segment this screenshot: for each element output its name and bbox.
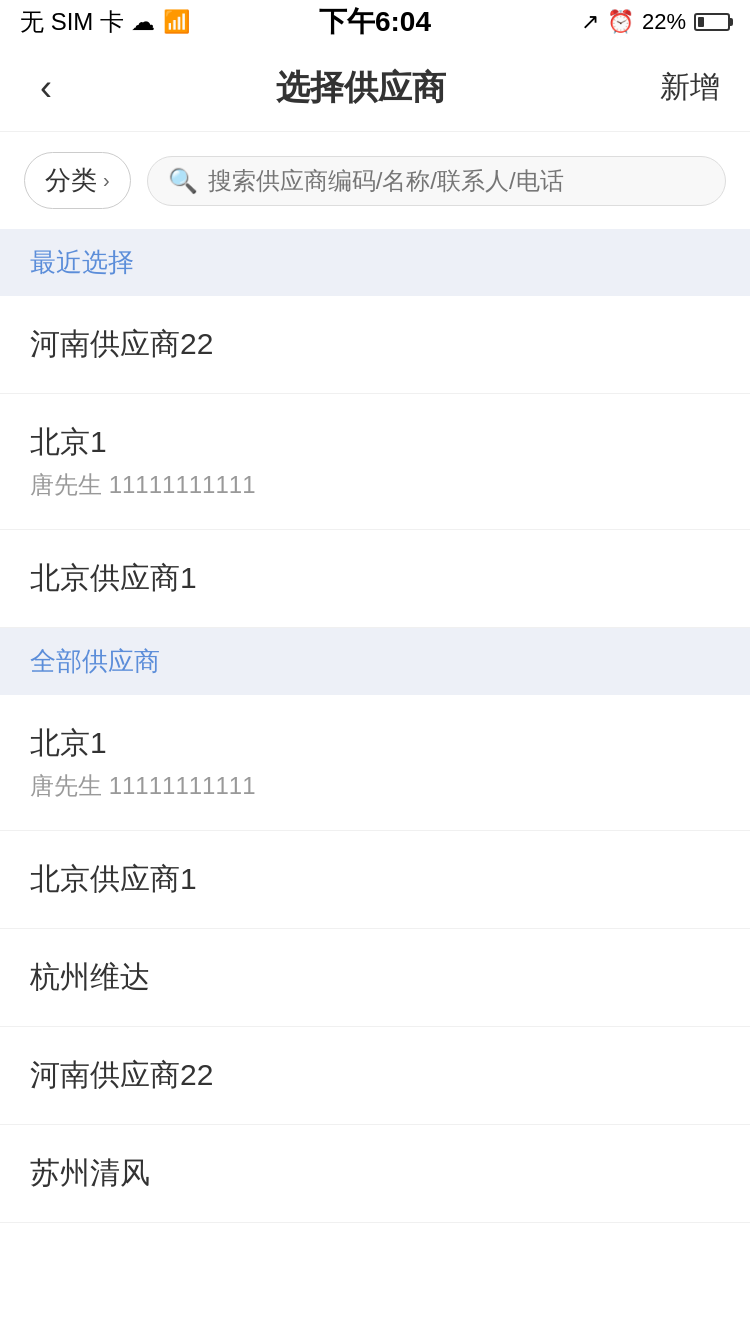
category-label: 分类 <box>45 163 97 198</box>
status-left: 无 SIM 卡 ☁ 📶 <box>20 6 190 38</box>
status-bar: 无 SIM 卡 ☁ 📶 下午6:04 ↗ ⏰ 22% <box>0 0 750 44</box>
search-icon: 🔍 <box>168 167 198 195</box>
new-button[interactable]: 新增 <box>660 67 720 108</box>
sim-status: 无 SIM 卡 ☁ <box>20 6 155 38</box>
recent-list: 河南供应商22 北京1 唐先生 11111111111 北京供应商1 <box>0 296 750 628</box>
list-item[interactable]: 河南供应商22 <box>0 1027 750 1125</box>
all-list: 北京1 唐先生 11111111111 北京供应商1 杭州维达河南供应商22 苏州清风 <box>0 695 750 1223</box>
list-item[interactable]: 杭州维达 <box>0 929 750 1027</box>
status-right: ↗ ⏰ 22% <box>581 9 730 35</box>
item-name: 北京供应商1 <box>30 859 720 900</box>
location-icon: ↗ <box>581 9 599 35</box>
list-item[interactable]: 北京1 唐先生 11111111111 <box>0 695 750 831</box>
item-sub: 唐先生 11111111111 <box>30 469 720 501</box>
item-name: 河南供应商22 <box>30 1055 720 1096</box>
list-item[interactable]: 北京供应商1 <box>0 831 750 929</box>
list-item[interactable]: 苏州清风 <box>0 1125 750 1223</box>
battery-icon <box>694 13 730 31</box>
recent-section-header: 最近选择 <box>0 229 750 296</box>
status-time: 下午6:04 <box>319 3 431 41</box>
back-button[interactable]: ‹ <box>30 57 62 119</box>
list-item[interactable]: 北京供应商1 <box>0 530 750 628</box>
battery-percentage: 22% <box>642 9 686 35</box>
page-title: 选择供应商 <box>276 65 446 111</box>
wifi-icon: 📶 <box>163 9 190 35</box>
list-item[interactable]: 河南供应商22 <box>0 296 750 394</box>
all-section-header: 全部供应商 <box>0 628 750 695</box>
filter-bar: 分类 › 🔍 <box>0 132 750 229</box>
item-name: 北京供应商1 <box>30 558 720 599</box>
navigation-bar: ‹ 选择供应商 新增 <box>0 44 750 132</box>
item-sub: 唐先生 11111111111 <box>30 770 720 802</box>
category-button[interactable]: 分类 › <box>24 152 131 209</box>
item-name: 苏州清风 <box>30 1153 720 1194</box>
item-name: 河南供应商22 <box>30 324 720 365</box>
list-item[interactable]: 北京1 唐先生 11111111111 <box>0 394 750 530</box>
item-name: 北京1 <box>30 422 720 463</box>
item-name: 杭州维达 <box>30 957 720 998</box>
item-name: 北京1 <box>30 723 720 764</box>
search-wrapper[interactable]: 🔍 <box>147 156 726 206</box>
chevron-right-icon: › <box>103 169 110 192</box>
search-input[interactable] <box>208 167 705 195</box>
alarm-icon: ⏰ <box>607 9 634 35</box>
